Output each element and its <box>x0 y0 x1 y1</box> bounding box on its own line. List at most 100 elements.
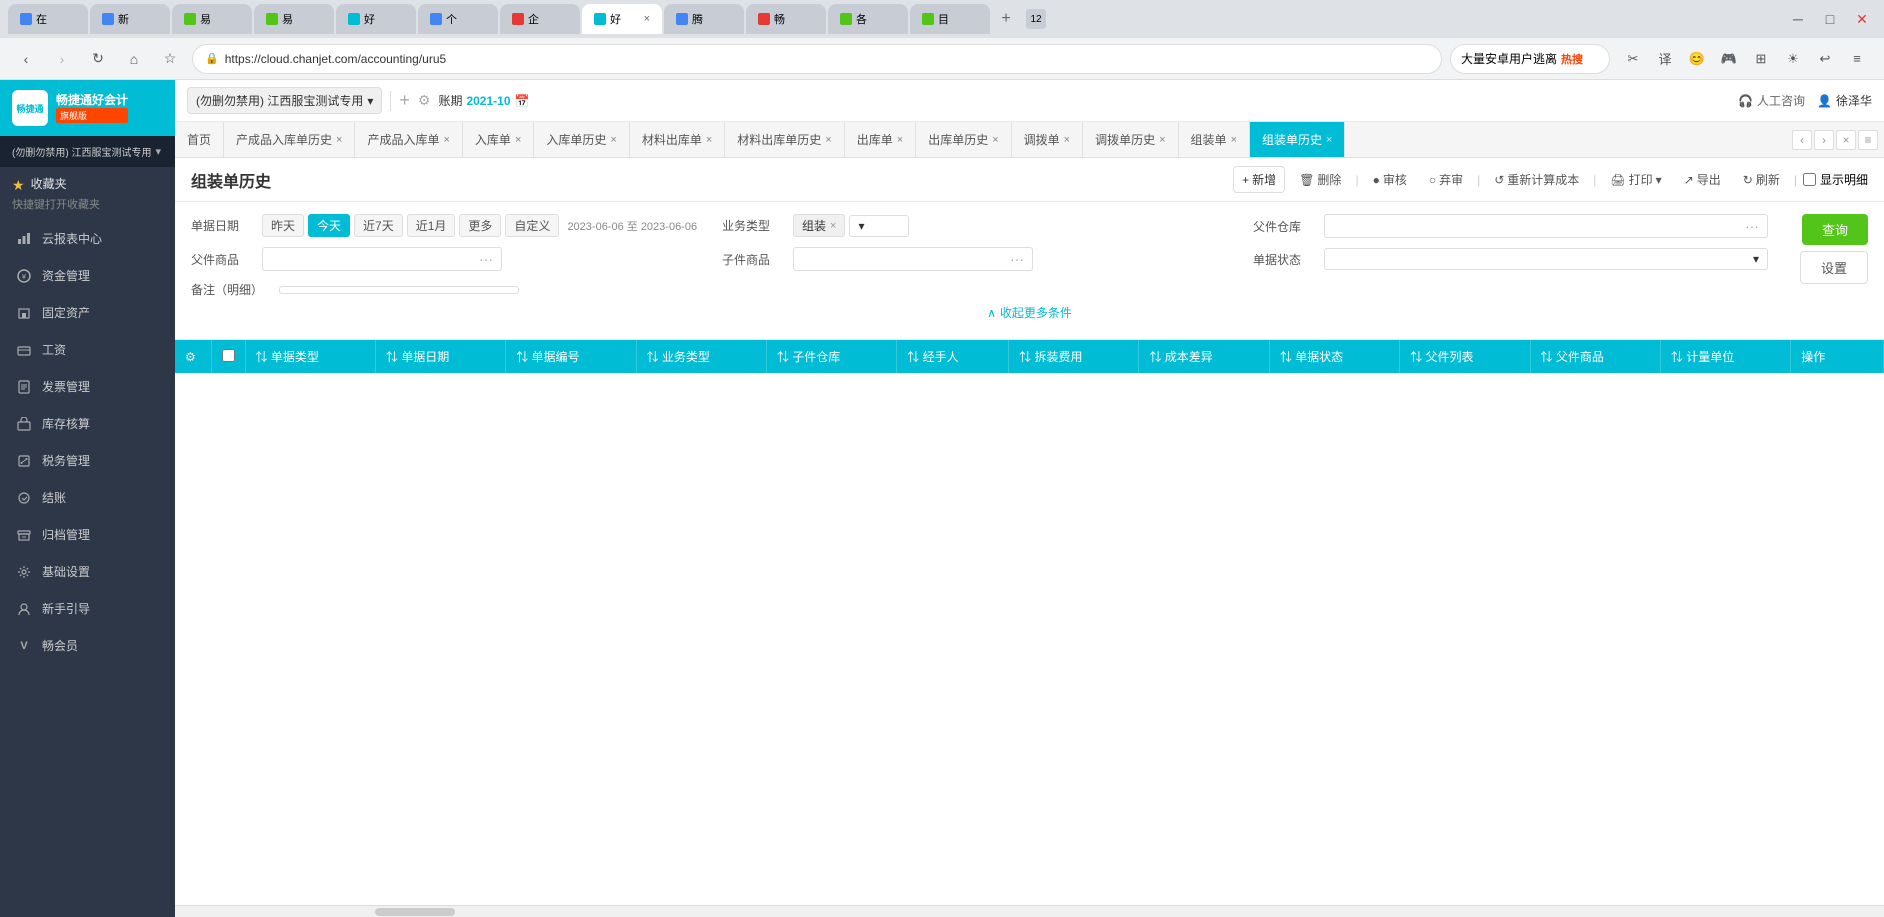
business-type-tag-remove[interactable]: × <box>830 220 836 232</box>
tab-transfer[interactable]: 调拨单 × <box>1012 122 1083 158</box>
query-button[interactable]: 查询 <box>1802 214 1868 245</box>
yesterday-btn[interactable]: 昨天 <box>262 214 304 237</box>
browser-tab-5[interactable]: 个 <box>418 4 498 34</box>
th-cost-diff[interactable]: ⇅ 成本差异 <box>1139 340 1269 373</box>
tab-stock-out[interactable]: 出库单 × <box>845 122 916 158</box>
tab-close-transfer[interactable]: × <box>1064 134 1070 146</box>
th-order-no[interactable]: ⇅ 单据编号 <box>506 340 636 373</box>
browser-tab-9[interactable]: 畅 <box>746 4 826 34</box>
today-btn[interactable]: 今天 <box>308 214 350 237</box>
scissors-icon[interactable]: ✂ <box>1618 45 1648 73</box>
th-settings[interactable]: ⚙ <box>175 340 211 373</box>
settings-gear-icon[interactable]: ⚙ <box>418 92 431 109</box>
nav-item-tax[interactable]: 税务管理 <box>0 442 175 479</box>
browser-tab-2[interactable]: 易 <box>172 4 252 34</box>
forward-button[interactable]: › <box>48 45 76 73</box>
select-all-checkbox[interactable] <box>222 349 235 362</box>
nav-item-fund[interactable]: ¥ 资金管理 <box>0 257 175 294</box>
home-button[interactable]: ⌂ <box>120 45 148 73</box>
browser-tab-4[interactable]: 好 <box>336 4 416 34</box>
bookmark-button[interactable]: ☆ <box>156 45 184 73</box>
game-icon[interactable]: 🎮 <box>1714 45 1744 73</box>
tab-close-material-out[interactable]: × <box>706 134 712 146</box>
delete-button[interactable]: 🗑 删除 <box>1291 167 1349 192</box>
unapprove-button[interactable]: ○ 弃审 <box>1421 167 1471 192</box>
grid-icon[interactable]: ⊞ <box>1746 45 1776 73</box>
show-detail-checkbox[interactable] <box>1803 173 1816 186</box>
last7days-btn[interactable]: 近7天 <box>354 214 403 237</box>
remarks-input[interactable] <box>279 286 519 294</box>
th-child-warehouse[interactable]: ⇅ 子件仓库 <box>766 340 896 373</box>
parent-goods-input[interactable]: ··· <box>262 247 502 271</box>
menu-icon[interactable]: ≡ <box>1842 45 1872 73</box>
nav-item-vip[interactable]: V 畅会员 <box>0 627 175 664</box>
tab-close-assembly-history[interactable]: × <box>1326 134 1332 146</box>
tab-stock-in[interactable]: 入库单 × <box>463 122 534 158</box>
undo-icon[interactable]: ↩ <box>1810 45 1840 73</box>
emoji-icon[interactable]: 😊 <box>1682 45 1712 73</box>
tab-close-transfer-history[interactable]: × <box>1159 134 1165 146</box>
tab-transfer-history[interactable]: 调拨单历史 × <box>1083 122 1178 158</box>
th-checkbox[interactable] <box>211 340 245 373</box>
custom-btn[interactable]: 自定义 <box>505 214 559 237</box>
recalc-button[interactable]: ↺ 重新计算成本 <box>1486 167 1587 192</box>
nav-item-archive[interactable]: 归档管理 <box>0 516 175 553</box>
th-parent-list[interactable]: ⇅ 父件列表 <box>1400 340 1530 373</box>
export-button[interactable]: ↗ 导出 <box>1676 167 1729 192</box>
brightness-icon[interactable]: ☀ <box>1778 45 1808 73</box>
parent-goods-more-icon[interactable]: ··· <box>479 251 493 267</box>
browser-tab-1[interactable]: 新 <box>90 4 170 34</box>
tab-scroll-left[interactable]: ‹ <box>1792 130 1812 150</box>
tab-home[interactable]: 首页 <box>175 122 224 158</box>
last1month-btn[interactable]: 近1月 <box>407 214 456 237</box>
tab-close-stock-out-history[interactable]: × <box>992 134 998 146</box>
tab-close-icon[interactable]: × <box>644 13 650 25</box>
browser-tab-10[interactable]: 各 <box>828 4 908 34</box>
nav-item-fixed-assets[interactable]: 固定资产 <box>0 294 175 331</box>
show-detail-checkbox-label[interactable]: 显示明细 <box>1803 171 1868 188</box>
collapse-bar[interactable]: ∧ 收起更多条件 <box>191 298 1868 327</box>
translate-icon[interactable]: 译 <box>1650 45 1680 73</box>
address-bar[interactable]: 🔒 https://cloud.chanjet.com/accounting/u… <box>192 44 1442 74</box>
tab-more-options[interactable]: ≡ <box>1858 130 1878 150</box>
tab-material-out[interactable]: 材料出库单 × <box>630 122 725 158</box>
tab-assembly-history[interactable]: 组装单历史 × <box>1250 122 1345 158</box>
tab-close-current[interactable]: × <box>1836 130 1856 150</box>
more-btn[interactable]: 更多 <box>459 214 501 237</box>
child-goods-input[interactable]: ··· <box>793 247 1033 271</box>
tab-product-in[interactable]: 产成品入库单 × <box>355 122 462 158</box>
tab-stock-in-history[interactable]: 入库单历史 × <box>534 122 629 158</box>
scroll-thumb[interactable] <box>375 908 455 916</box>
tab-close-product-in[interactable]: × <box>443 134 449 146</box>
tab-scroll-right[interactable]: › <box>1814 130 1834 150</box>
nav-item-cloud-report[interactable]: 云报表中心 <box>0 220 175 257</box>
company-dropdown-icon[interactable]: ▾ <box>155 145 161 158</box>
calendar-icon[interactable]: 📅 <box>515 94 530 108</box>
print-dropdown-icon[interactable]: ▾ <box>1656 173 1662 187</box>
refresh-button[interactable]: ↻ 刷新 <box>1735 167 1788 192</box>
tab-count-badge[interactable]: 12 <box>1026 9 1046 29</box>
th-unit[interactable]: ⇅ 计量单位 <box>1660 340 1790 373</box>
nav-item-stock[interactable]: 库存核算 <box>0 405 175 442</box>
user-info[interactable]: 👤 徐泽华 <box>1817 92 1872 109</box>
maximize-button[interactable]: □ <box>1816 5 1844 33</box>
nav-item-guide[interactable]: 新手引导 <box>0 590 175 627</box>
nav-item-invoice[interactable]: 发票管理 <box>0 368 175 405</box>
browser-tab-11[interactable]: 目 <box>910 4 990 34</box>
browser-tab-0[interactable]: 在 <box>8 4 88 34</box>
th-order-status[interactable]: ⇅ 单据状态 <box>1269 340 1399 373</box>
approve-button[interactable]: ● 审核 <box>1365 167 1415 192</box>
print-button[interactable]: 🖨 打印 ▾ <box>1602 167 1669 192</box>
new-tab-button[interactable]: + <box>992 5 1020 33</box>
tab-product-in-history[interactable]: 产成品入库单历史 × <box>224 122 355 158</box>
nav-item-close-account[interactable]: 结账 <box>0 479 175 516</box>
service-button[interactable]: 🎧 人工咨询 <box>1738 92 1805 109</box>
tab-assembly[interactable]: 组装单 × <box>1179 122 1250 158</box>
reload-button[interactable]: ↻ <box>84 45 112 73</box>
minimize-button[interactable]: ─ <box>1784 5 1812 33</box>
tab-close-stock-out[interactable]: × <box>897 134 903 146</box>
th-order-type[interactable]: ⇅ 单据类型 <box>245 340 375 373</box>
browser-tab-3[interactable]: 易 <box>254 4 334 34</box>
add-company-button[interactable]: + <box>399 90 410 111</box>
th-business-type[interactable]: ⇅ 业务类型 <box>636 340 766 373</box>
